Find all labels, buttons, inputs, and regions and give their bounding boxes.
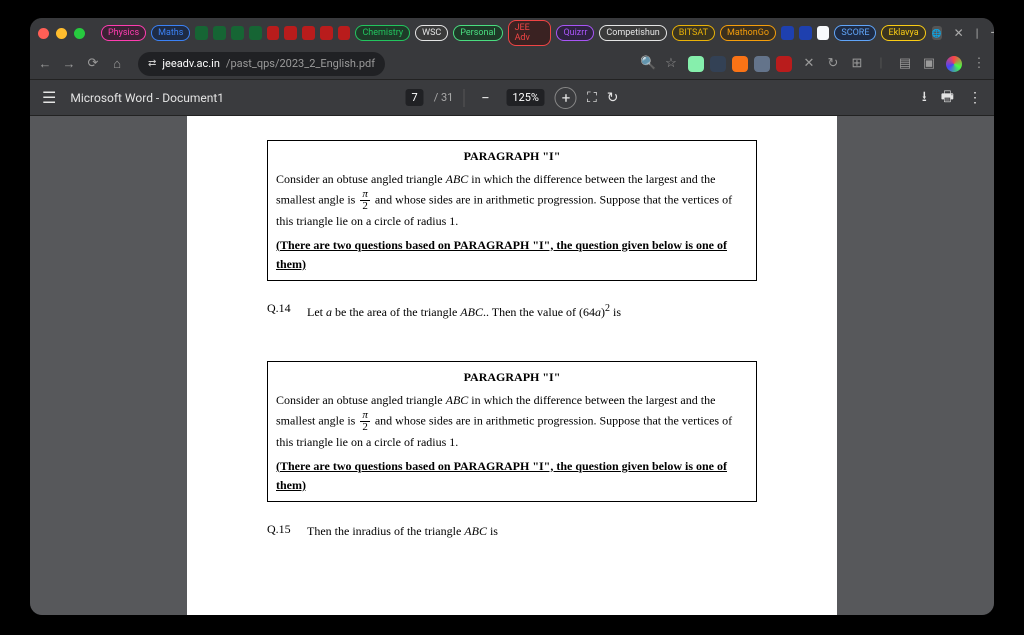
tab-favicon[interactable] <box>338 26 351 40</box>
url-path: /past_qps/2023_2_English.pdf <box>226 57 375 70</box>
tab-group-chip[interactable]: Personal <box>453 25 502 41</box>
tab-favicon[interactable] <box>799 26 812 40</box>
tab-favicon[interactable] <box>249 26 262 40</box>
minimize-window-button[interactable] <box>56 28 67 39</box>
tab-favicon[interactable]: 🌐 <box>932 26 942 40</box>
refresh-ext-icon[interactable]: ↻ <box>826 56 840 71</box>
reload-button[interactable]: ⟳ <box>86 56 100 71</box>
address-bar[interactable]: ⇄ jeeadv.ac.in/past_qps/2023_2_English.p… <box>138 52 385 76</box>
extension-icon[interactable] <box>688 56 704 72</box>
print-icon[interactable]: 🖶 <box>941 86 954 110</box>
scissors-icon[interactable]: ✕ <box>802 56 816 71</box>
browser-window: PhysicsMathsChemistryWSCPersonalJEE AdvQ… <box>30 18 994 615</box>
paragraph-box-2: PARAGRAPH "I" Consider an obtuse angled … <box>267 361 757 502</box>
pdf-right-controls: ⭳ 🖶 ⋮ <box>922 86 982 110</box>
paragraph-body: Consider an obtuse angled triangle ABC i… <box>276 391 748 452</box>
tab-favicon[interactable] <box>320 26 333 40</box>
profile-avatar[interactable] <box>946 56 962 72</box>
document-title: Microsoft Word - Document1 <box>70 91 224 105</box>
toolbar-separator <box>463 89 464 107</box>
paragraph-box-1: PARAGRAPH "I" Consider an obtuse angled … <box>267 140 757 281</box>
tab-favicon[interactable] <box>284 26 297 40</box>
forward-button[interactable]: → <box>62 56 76 72</box>
tab-favicon[interactable] <box>195 26 208 40</box>
tab-group-chip[interactable]: JEE Adv <box>508 20 552 46</box>
zoom-indicator-icon[interactable]: 🔍 <box>640 56 654 71</box>
extension-icon[interactable] <box>710 56 726 72</box>
extension-icon[interactable] <box>732 56 748 72</box>
pdf-toolbar: ☰ Microsoft Word - Document1 7 / 31 − 12… <box>30 80 994 116</box>
tab-bar: Physics Maths Chemistry WSC Personal JEE AdvQ… <box>30 18 994 48</box>
tab-close-button[interactable]: ✕ <box>954 26 964 40</box>
bookmark-star-icon[interactable]: ☆ <box>664 56 678 71</box>
download-icon[interactable]: ⭳ <box>922 86 927 110</box>
paragraph-title: PARAGRAPH "I" <box>276 147 748 166</box>
extension-icon[interactable] <box>776 56 792 72</box>
site-settings-icon[interactable]: ⇄ <box>148 58 156 69</box>
pdf-more-menu[interactable]: ⋮ <box>968 90 982 106</box>
tab-favicon[interactable] <box>302 26 315 40</box>
extensions-row <box>688 56 792 72</box>
browser-menu-button[interactable]: ⋮ <box>972 56 986 71</box>
menu-icon[interactable]: ☰ <box>42 88 56 107</box>
tab-favicon[interactable] <box>817 26 830 40</box>
side-panel-icon[interactable]: ▤ <box>898 56 912 71</box>
tab-group-chip[interactable]: WSC <box>415 25 448 41</box>
tab-group-chips: Physics Maths Chemistry WSC Personal JEE AdvQ… <box>101 20 926 46</box>
tab-favicon[interactable] <box>231 26 244 40</box>
maximize-window-button[interactable] <box>74 28 85 39</box>
window-controls <box>38 28 85 39</box>
new-tab-button[interactable]: + <box>991 25 994 41</box>
pdf-page: PARAGRAPH "I" Consider an obtuse angled … <box>187 116 837 615</box>
paragraph-note: (There are two questions based on PARAGR… <box>276 236 748 274</box>
pdf-center-controls: 7 / 31 − 125% + ⛶ ↻ <box>406 87 619 109</box>
close-window-button[interactable] <box>38 28 49 39</box>
paragraph-title: PARAGRAPH "I" <box>276 368 748 387</box>
extension-icon[interactable] <box>754 56 770 72</box>
tab-group-chip[interactable]: BITSAT <box>672 25 715 41</box>
tab-group-chip[interactable]: Competishun <box>599 25 666 41</box>
divider: | <box>874 56 888 71</box>
home-button[interactable]: ⌂ <box>110 56 124 72</box>
pdf-viewport[interactable]: PARAGRAPH "I" Consider an obtuse angled … <box>30 116 994 615</box>
zoom-out-button[interactable]: − <box>474 87 496 109</box>
back-button[interactable]: ← <box>38 56 52 72</box>
question-text: Let a be the area of the triangle ABC.. … <box>307 301 757 321</box>
tab-group-chip[interactable]: Maths <box>151 25 190 41</box>
extensions-puzzle-icon[interactable]: ⊞ <box>850 56 864 71</box>
rotate-icon[interactable]: ↻ <box>607 90 619 106</box>
desktop-icon[interactable]: ▣ <box>922 56 936 71</box>
url-right-controls: 🔍 ☆ ✕ ↻ ⊞ | ▤ ▣ ⋮ <box>640 56 986 72</box>
question-14: Q.14 Let a be the area of the triangle A… <box>267 301 757 321</box>
question-number: Q.15 <box>267 522 307 540</box>
zoom-in-button[interactable]: + <box>555 87 577 109</box>
url-bar: ← → ⟳ ⌂ ⇄ jeeadv.ac.in/past_qps/2023_2_E… <box>30 48 994 80</box>
paragraph-note: (There are two questions based on PARAGR… <box>276 457 748 495</box>
tab-favicon[interactable] <box>781 26 794 40</box>
tab-group-chip[interactable]: SCORE <box>834 25 876 41</box>
tab-favicon[interactable] <box>213 26 226 40</box>
tab-divider: | <box>976 26 979 40</box>
tab-group-chip[interactable]: MathonGo <box>720 25 776 41</box>
page-current-input[interactable]: 7 <box>406 89 424 106</box>
url-host: jeeadv.ac.in <box>162 57 220 70</box>
tab-group-chip[interactable]: Quizrr <box>556 25 594 41</box>
zoom-level[interactable]: 125% <box>506 89 545 106</box>
question-text: Then the inradius of the triangle ABC is <box>307 522 757 540</box>
tab-group-chip[interactable]: Eklavya <box>881 25 925 41</box>
question-number: Q.14 <box>267 301 307 321</box>
tab-group-chip[interactable]: Chemistry <box>355 25 410 41</box>
question-15: Q.15 Then the inradius of the triangle A… <box>267 522 757 540</box>
paragraph-body: Consider an obtuse angled triangle ABC i… <box>276 170 748 231</box>
tab-group-chip[interactable]: Physics <box>101 25 146 41</box>
tab-favicon[interactable] <box>267 26 280 40</box>
page-separator: / 31 <box>434 91 454 104</box>
fit-page-icon[interactable]: ⛶ <box>587 90 597 106</box>
